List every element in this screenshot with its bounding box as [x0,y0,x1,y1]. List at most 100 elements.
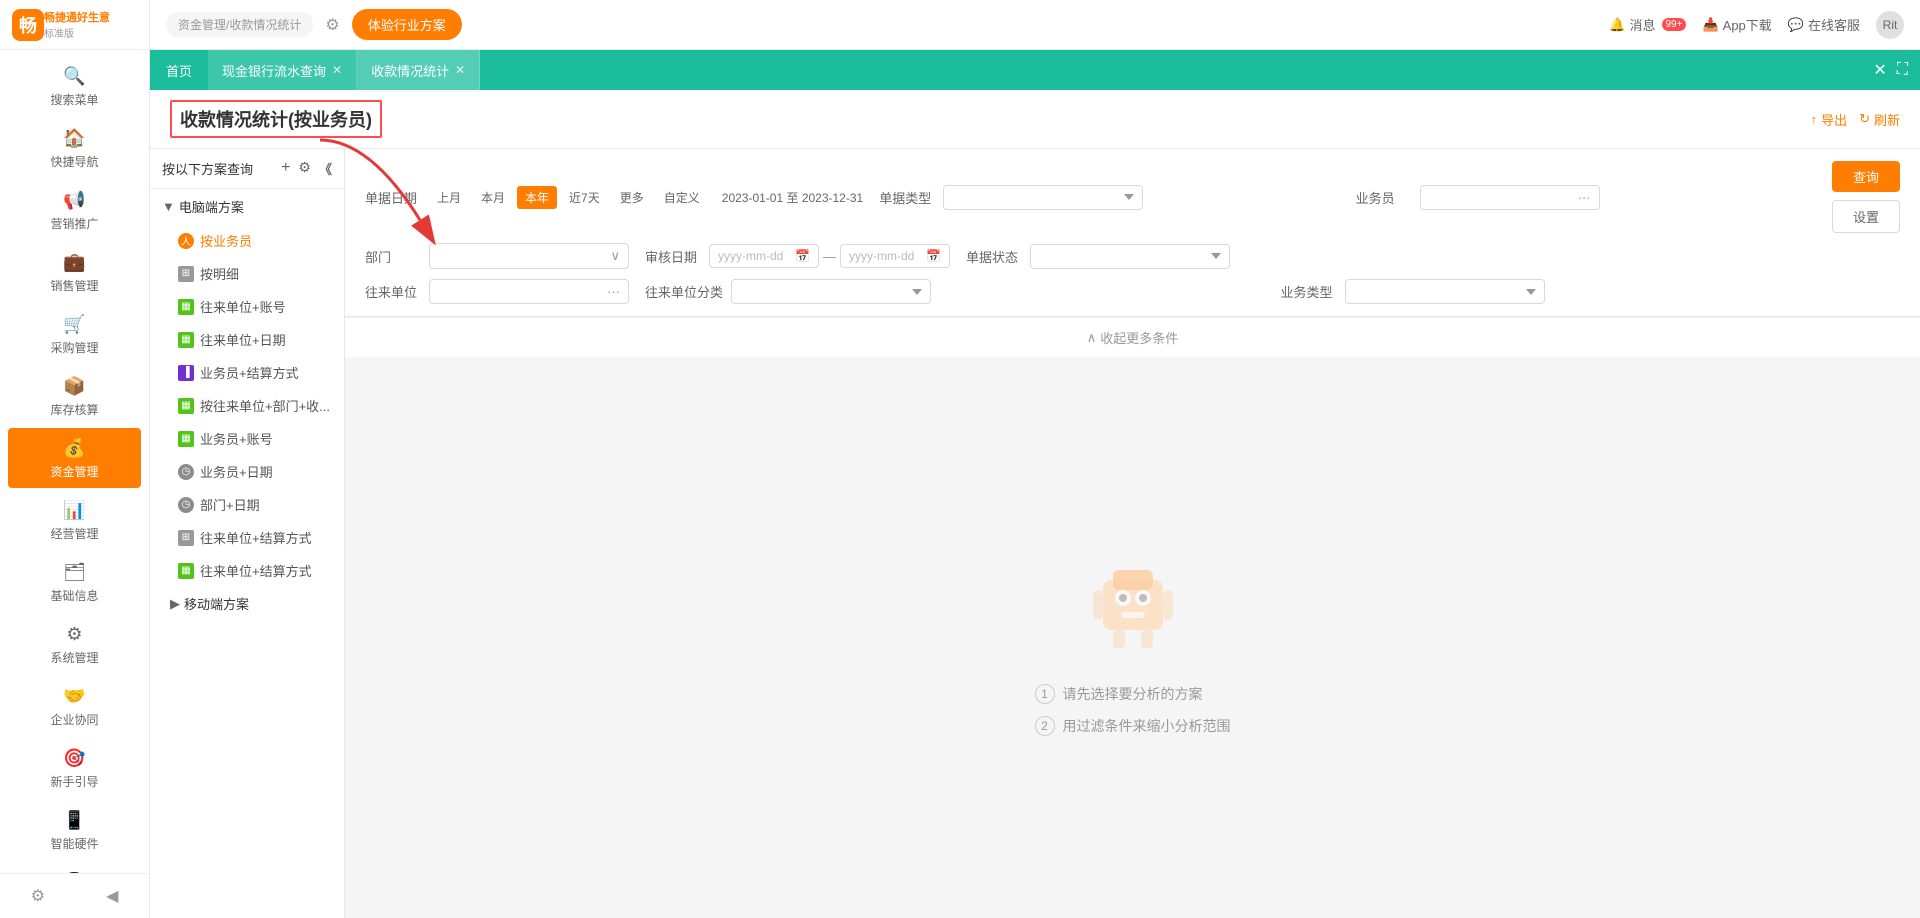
tab-receipt[interactable]: 收款情况统计 ✕ [357,50,480,90]
salesman-account-icon: ▦ [178,431,194,447]
biz-type-select[interactable] [1345,279,1545,304]
scheme-item-salesman-date[interactable]: ◷ 业务员+日期 [150,455,344,488]
date-this-year[interactable]: 本年 [517,186,557,209]
tab-home[interactable]: 首页 [150,50,208,90]
home-icon: 🏠 [63,128,85,149]
collapse-panel-icon[interactable]: 《 [319,159,332,178]
salesman-label: 业务员 [1356,188,1412,207]
add-scheme-icon[interactable]: + [281,159,290,178]
user-avatar[interactable]: Rit [1876,11,1904,39]
scheme-item-partner-settle1[interactable]: ⊞ 往来单位+结算方式 [150,521,344,554]
scheme-item-partner-dept[interactable]: ▦ 按往来单位+部门+收... [150,389,344,422]
date-custom[interactable]: 自定义 [656,186,708,209]
collapse-bar: ∧ 收起更多条件 [345,317,1920,357]
sidebar-item-purchase[interactable]: 🛒 采购管理 [8,304,141,364]
empty-illustration [1073,540,1193,660]
trial-button[interactable]: 体验行业方案 [352,9,462,40]
notification-item[interactable]: 🔔 消息 99+ [1609,15,1686,34]
sidebar-item-guide[interactable]: 🎯 新手引导 [8,738,141,798]
sidebar-item-system[interactable]: ⚙ 系统管理 [8,614,141,674]
date-label: 单据日期 [365,188,421,207]
tab-bank-close[interactable]: ✕ [332,63,342,77]
sidebar-item-corp[interactable]: 🤝 企业协同 [8,676,141,736]
scheme-item-partner-account[interactable]: ▦ 往来单位+账号 [150,290,344,323]
salesman-input[interactable]: ··· [1420,185,1600,210]
scheme-group-mobile-title[interactable]: ▶ 移动端方案 [150,587,344,620]
partner-input[interactable]: ··· [429,279,629,304]
date-this-month[interactable]: 本月 [473,186,513,209]
scheme-item-salesman-account[interactable]: ▦ 业务员+账号 [150,422,344,455]
export-button[interactable]: ↑ 导出 [1811,110,1848,129]
doctype-select[interactable] [943,185,1143,210]
sidebar-item-wechat[interactable]: 💬 企业微信 [8,862,141,873]
app-download-item[interactable]: 📥 App下载 [1702,15,1771,34]
dept-select[interactable]: ∨ [429,243,629,269]
left-panel: 按以下方案查询 + ⚙ 《 ▼ 电脑端方案 人 按业务员 [150,149,345,918]
download-icon: 📥 [1702,17,1718,33]
sidebar-item-search[interactable]: 🔍 搜索菜单 [8,56,141,116]
detail-scheme-icon: ⊞ [178,266,194,282]
sidebar-nav: 🔍 搜索菜单 🏠 快捷导航 📢 营销推广 💼 销售管理 🛒 采购管理 📦 库存核… [0,50,149,873]
audit-date-to[interactable]: yyyy-mm-dd 📅 [840,244,950,268]
sidebar-settings-btn[interactable]: ⚙ [31,886,45,906]
refresh-button[interactable]: ↻ 刷新 [1859,110,1900,129]
sidebar-item-base[interactable]: 🗂 基础信息 [8,552,141,612]
close-window-icon[interactable]: ✕ [1873,60,1886,80]
online-service-item[interactable]: 💬 在线客服 [1788,15,1860,34]
marketing-icon: 📢 [63,190,85,211]
scheme-item-partner-date[interactable]: ▦ 往来单位+日期 [150,323,344,356]
partner-label: 往来单位 [365,282,421,301]
scheme-settings-icon[interactable]: ⚙ [298,159,311,178]
partner-account-icon: ▦ [178,299,194,315]
scheme-item-salesman-settle[interactable]: ▐ 业务员+结算方式 [150,356,344,389]
date-dash: — [823,249,836,264]
sidebar-item-inventory[interactable]: 📦 库存核算 [8,366,141,426]
doc-status-select[interactable] [1030,244,1230,269]
main-content: 资金管理/收款情况统计 ⚙ 体验行业方案 🔔 消息 99+ 📥 App下载 💬 … [150,0,1920,918]
resize-window-icon[interactable]: ⛶ [1897,61,1908,79]
date-shortcuts: 上月 本月 本年 近7天 更多 自定义 [429,186,708,209]
tab-bank[interactable]: 现金银行流水查询 ✕ [208,50,357,90]
topbar: 资金管理/收款情况统计 ⚙ 体验行业方案 🔔 消息 99+ 📥 App下载 💬 … [150,0,1920,50]
scheme-item-by-salesman[interactable]: 人 按业务员 [150,224,344,257]
calendar-to-icon: 📅 [926,249,941,263]
collapse-button[interactable]: ∧ 收起更多条件 [1087,328,1179,347]
partner-section: 往来单位 ··· [365,279,629,304]
sidebar-item-operation[interactable]: 📊 经营管理 [8,490,141,550]
page-header: 收款情况统计(按业务员) ↑ 导出 ↻ 刷新 [150,90,1920,149]
chevron-down-icon: ▼ [162,199,175,214]
page-title: 收款情况统计(按业务员) [170,100,382,138]
sidebar-item-quicknav[interactable]: 🏠 快捷导航 [8,118,141,178]
partner-category-select[interactable] [731,279,931,304]
settings-button[interactable]: 设置 [1832,200,1900,233]
tabbar-right: ✕ ⛶ [1873,60,1920,80]
partner-settle2-icon: ▦ [178,563,194,579]
doctype-section: 单据类型 [879,185,1339,210]
gear-icon[interactable]: ⚙ [325,15,339,35]
scheme-item-partner-settle2[interactable]: ▦ 往来单位+结算方式 [150,554,344,587]
scheme-item-by-detail[interactable]: ⊞ 按明细 [150,257,344,290]
dept-section: 部门 ∨ [365,243,629,269]
query-button[interactable]: 查询 [1832,161,1900,192]
corp-icon: 🤝 [63,686,85,707]
doc-status-label: 单据状态 [966,247,1022,266]
sidebar-logo: 畅 畅捷通好生意 标准版 [0,0,149,50]
step-2-text: 用过滤条件来缩小分析范围 [1063,716,1231,736]
doc-status-section: 单据状态 [966,244,1900,269]
sidebar-collapse-btn[interactable]: ◀ [106,886,118,906]
filter-row-1: 单据日期 上月 本月 本年 近7天 更多 自定义 2023-01-01 至 20… [365,161,1900,233]
sidebar-item-sales[interactable]: 💼 销售管理 [8,242,141,302]
guide-icon: 🎯 [63,748,85,769]
tab-receipt-close[interactable]: ✕ [455,63,465,77]
sidebar-item-finance[interactable]: 💰 资金管理 [8,428,141,488]
scheme-group-desktop-title[interactable]: ▼ 电脑端方案 [150,189,344,224]
audit-date-from[interactable]: yyyy-mm-dd 📅 [709,244,819,268]
panels: 按以下方案查询 + ⚙ 《 ▼ 电脑端方案 人 按业务员 [150,149,1920,918]
sidebar-item-hardware[interactable]: 📱 智能硬件 [8,800,141,860]
date-more[interactable]: 更多 [612,186,652,209]
date-last-7-days[interactable]: 近7天 [561,186,608,209]
scheme-item-dept-date[interactable]: ◷ 部门+日期 [150,488,344,521]
left-panel-header: 按以下方案查询 + ⚙ 《 [150,149,344,189]
sidebar-item-marketing[interactable]: 📢 营销推广 [8,180,141,240]
date-last-month[interactable]: 上月 [429,186,469,209]
